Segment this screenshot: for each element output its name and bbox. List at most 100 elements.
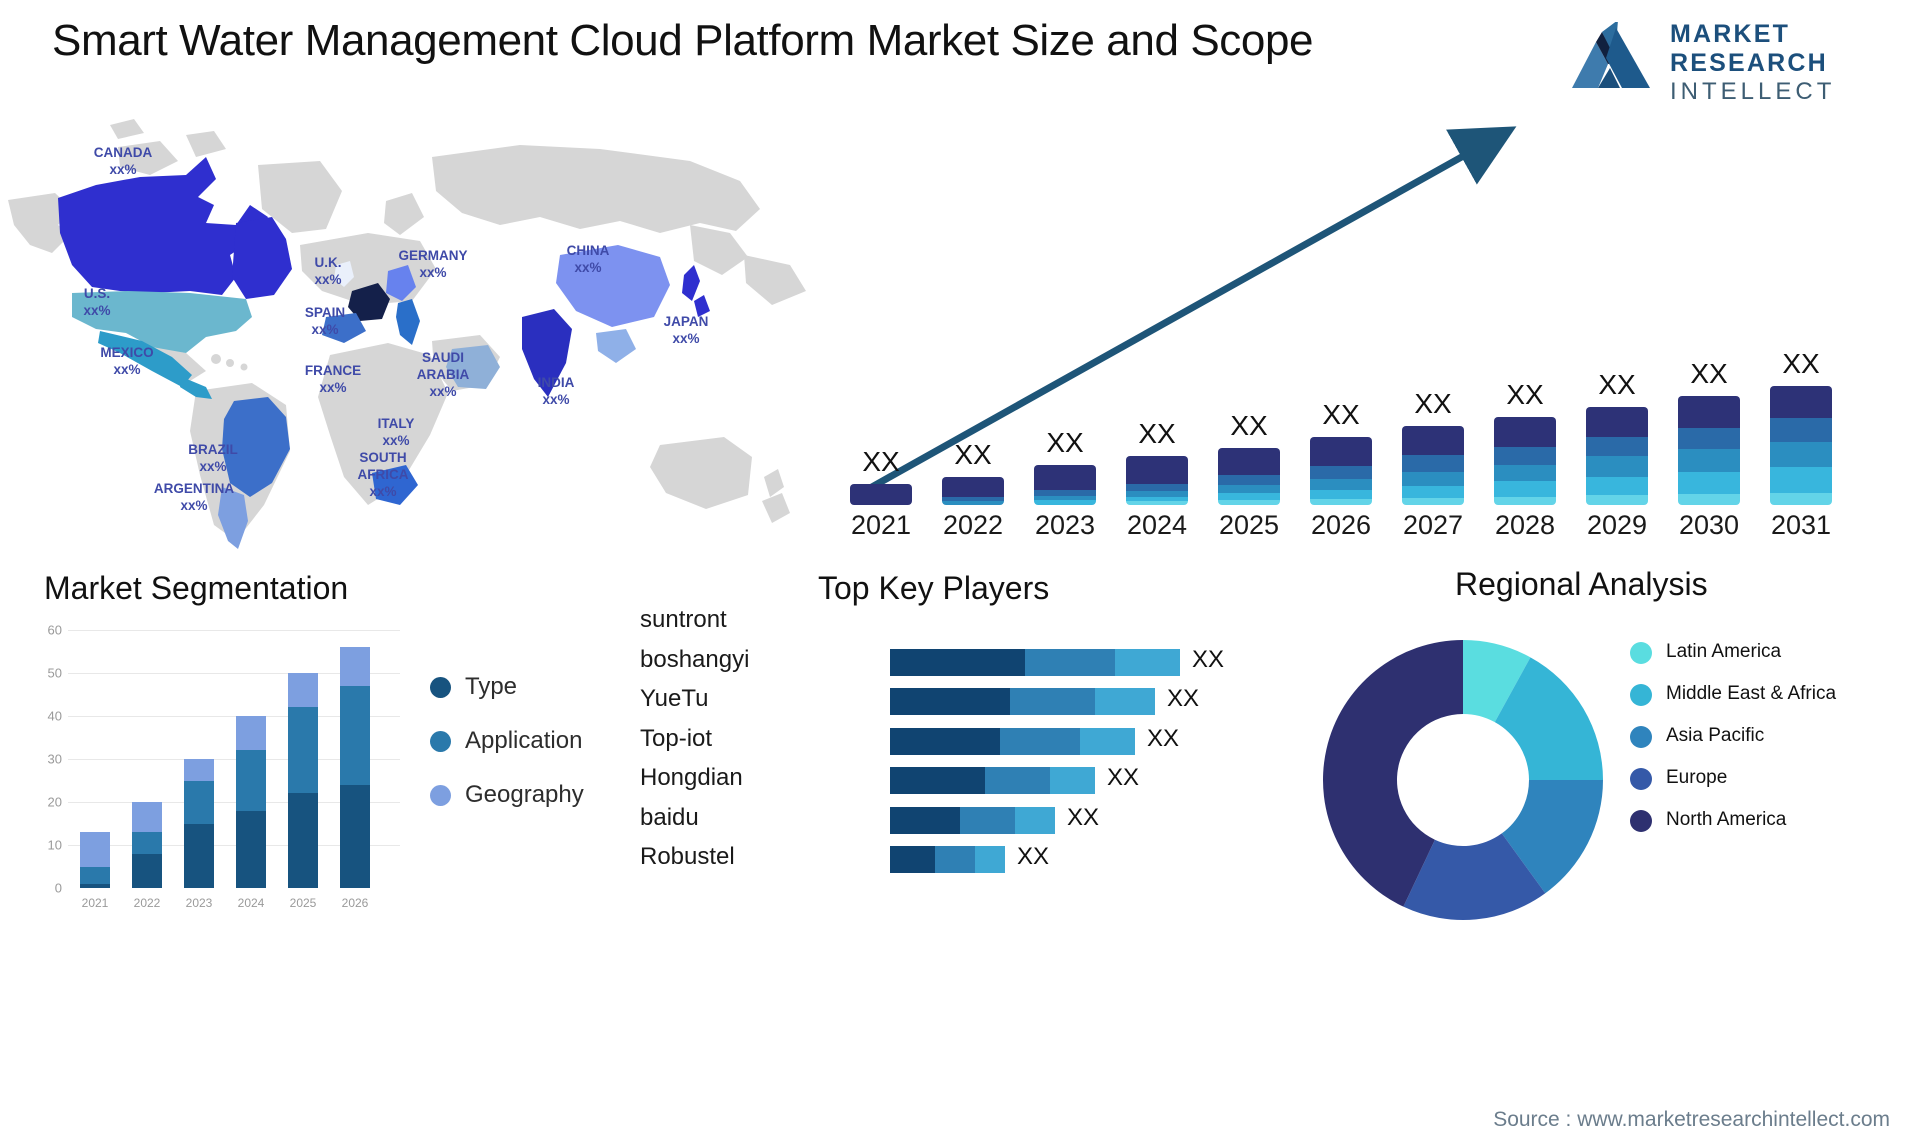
segmentation-bar-group: 2026 [340, 630, 370, 910]
column-segment [1678, 494, 1740, 505]
column-segment [1310, 478, 1372, 490]
map-label-france: FRANCE xx% [305, 363, 361, 397]
player-name: Hongdian [640, 764, 743, 791]
segmentation-bar [132, 802, 162, 888]
column-value-label: XX [954, 438, 992, 470]
column-value-label: XX [1046, 426, 1084, 458]
column-segment [1310, 499, 1372, 505]
map-label-argentina: ARGENTINA xx% [154, 481, 234, 515]
map-label-name: ARGENTINA [153, 481, 235, 496]
map-country-canada-east [232, 217, 292, 299]
segmentation-bar [80, 832, 110, 888]
column-segment [942, 476, 1004, 497]
segmentation-x-label: 2025 [289, 896, 317, 910]
player-value-label: XX [1017, 843, 1050, 870]
segmentation-segment [132, 853, 162, 888]
map-label-name: U.S. [83, 286, 111, 301]
player-value-label: XX [1192, 645, 1225, 673]
map-label-value: xx% [199, 458, 227, 474]
map-label-value: xx% [180, 497, 208, 513]
player-bar-segment [890, 688, 1010, 715]
top-key-players-chart: suntront boshangyi XX YueTu XX Top-iot XX Hongd… [640, 605, 1320, 905]
map-label-value: xx% [574, 259, 602, 275]
segmentation-legend-item[interactable]: Geography [430, 781, 584, 809]
column-value-label: XX [1598, 368, 1636, 400]
regional-legend-item[interactable]: Middle East & Africa [1630, 682, 1910, 706]
player-bar-segment [985, 767, 1050, 794]
player-row: suntront [640, 605, 1320, 635]
map-label-china: CHINA xx% [567, 243, 610, 277]
map-label-mexico: MEXICO xx% [100, 345, 153, 379]
regional-legend-label: Asia Pacific [1666, 725, 1765, 746]
column-segment [1770, 442, 1832, 467]
segmentation-segment [132, 832, 162, 854]
logo-line-1: MARKET [1670, 20, 1791, 48]
map-label-name: JAPAN [663, 314, 709, 329]
segmentation-x-label: 2024 [237, 896, 265, 910]
segmentation-segment [80, 832, 110, 867]
player-bar-segment [1050, 767, 1095, 794]
segmentation-segment [184, 759, 214, 781]
segmentation-segment [340, 685, 370, 785]
column-segment [1770, 467, 1832, 494]
column-value-label: XX [1230, 410, 1268, 442]
market-segmentation-title: Market Segmentation [44, 570, 349, 606]
column-value-label: XX [1414, 387, 1452, 419]
regional-legend-item[interactable]: North America [1630, 808, 1910, 832]
segmentation-y-tick: 20 [47, 794, 62, 810]
column-bar [1494, 417, 1556, 505]
world-map-panel: CANADA xx% U.S. xx% MEXICO xx% BRAZIL xx% ARGENT… [0, 105, 840, 575]
column-value-label: XX [1138, 418, 1176, 450]
player-bar [890, 846, 1005, 873]
column-value-label: XX [1506, 379, 1544, 411]
regional-legend-label: North America [1666, 809, 1787, 830]
player-value-label: XX [1107, 764, 1140, 791]
player-row: Top-iot XX [640, 724, 1320, 755]
map-label-value: xx% [419, 264, 447, 280]
segmentation-y-tick: 50 [47, 665, 62, 681]
column-segment [1034, 464, 1096, 490]
logo-wordmark: MARKET RESEARCH INTELLECT [1670, 22, 1835, 104]
legend-dot-icon [1630, 726, 1652, 748]
page-title: Smart Water Management Cloud Platform Ma… [52, 16, 1314, 65]
segmentation-legend-item[interactable]: Application [430, 727, 584, 755]
segmentation-y-tick: 0 [54, 880, 62, 896]
player-row: boshangyi XX [640, 645, 1320, 676]
player-value-label: XX [1067, 803, 1100, 831]
player-bar-segment [1080, 727, 1135, 755]
map-country-japan [682, 265, 700, 301]
column-value-label: XX [1782, 348, 1820, 380]
player-bar [890, 648, 1180, 676]
segmentation-segment [80, 883, 110, 888]
map-label-value: xx% [311, 321, 339, 337]
regional-legend-item[interactable]: Europe [1630, 766, 1910, 790]
player-row: YueTu XX [640, 684, 1320, 715]
segmentation-legend-item[interactable]: Type [430, 673, 584, 701]
column-segment [1218, 500, 1280, 505]
map-label-name: CANADA [93, 145, 153, 160]
column-year-label: 2023 [1034, 510, 1096, 540]
donut-svg [1323, 640, 1603, 920]
column-value-label: XX [862, 445, 900, 477]
regional-legend-item[interactable]: Asia Pacific [1630, 724, 1910, 748]
segmentation-legend-label: Application [465, 727, 583, 754]
player-name: Robustel [640, 843, 735, 870]
regional-legend-item[interactable]: Latin America [1630, 640, 1910, 664]
segmentation-y-tick: 40 [47, 708, 62, 724]
player-bar-segment [890, 806, 960, 834]
column-year-label: 2031 [1770, 510, 1832, 540]
player-bar [890, 806, 1055, 834]
segmentation-legend-label: Type [465, 673, 518, 700]
column-year-label: 2024 [1126, 510, 1188, 540]
player-name: boshangyi [640, 645, 750, 673]
player-bar [890, 727, 1135, 755]
map-label-name: INDIA [537, 375, 575, 390]
segmentation-segment [340, 784, 370, 888]
player-name: baidu [640, 803, 699, 831]
player-row: Hongdian XX [640, 763, 1320, 794]
legend-dot-icon [1630, 810, 1652, 832]
map-label-value: xx% [542, 391, 570, 407]
column-segment [1494, 417, 1556, 447]
map-label-japan: JAPAN xx% [664, 314, 709, 348]
column-year-label: 2030 [1678, 510, 1740, 540]
